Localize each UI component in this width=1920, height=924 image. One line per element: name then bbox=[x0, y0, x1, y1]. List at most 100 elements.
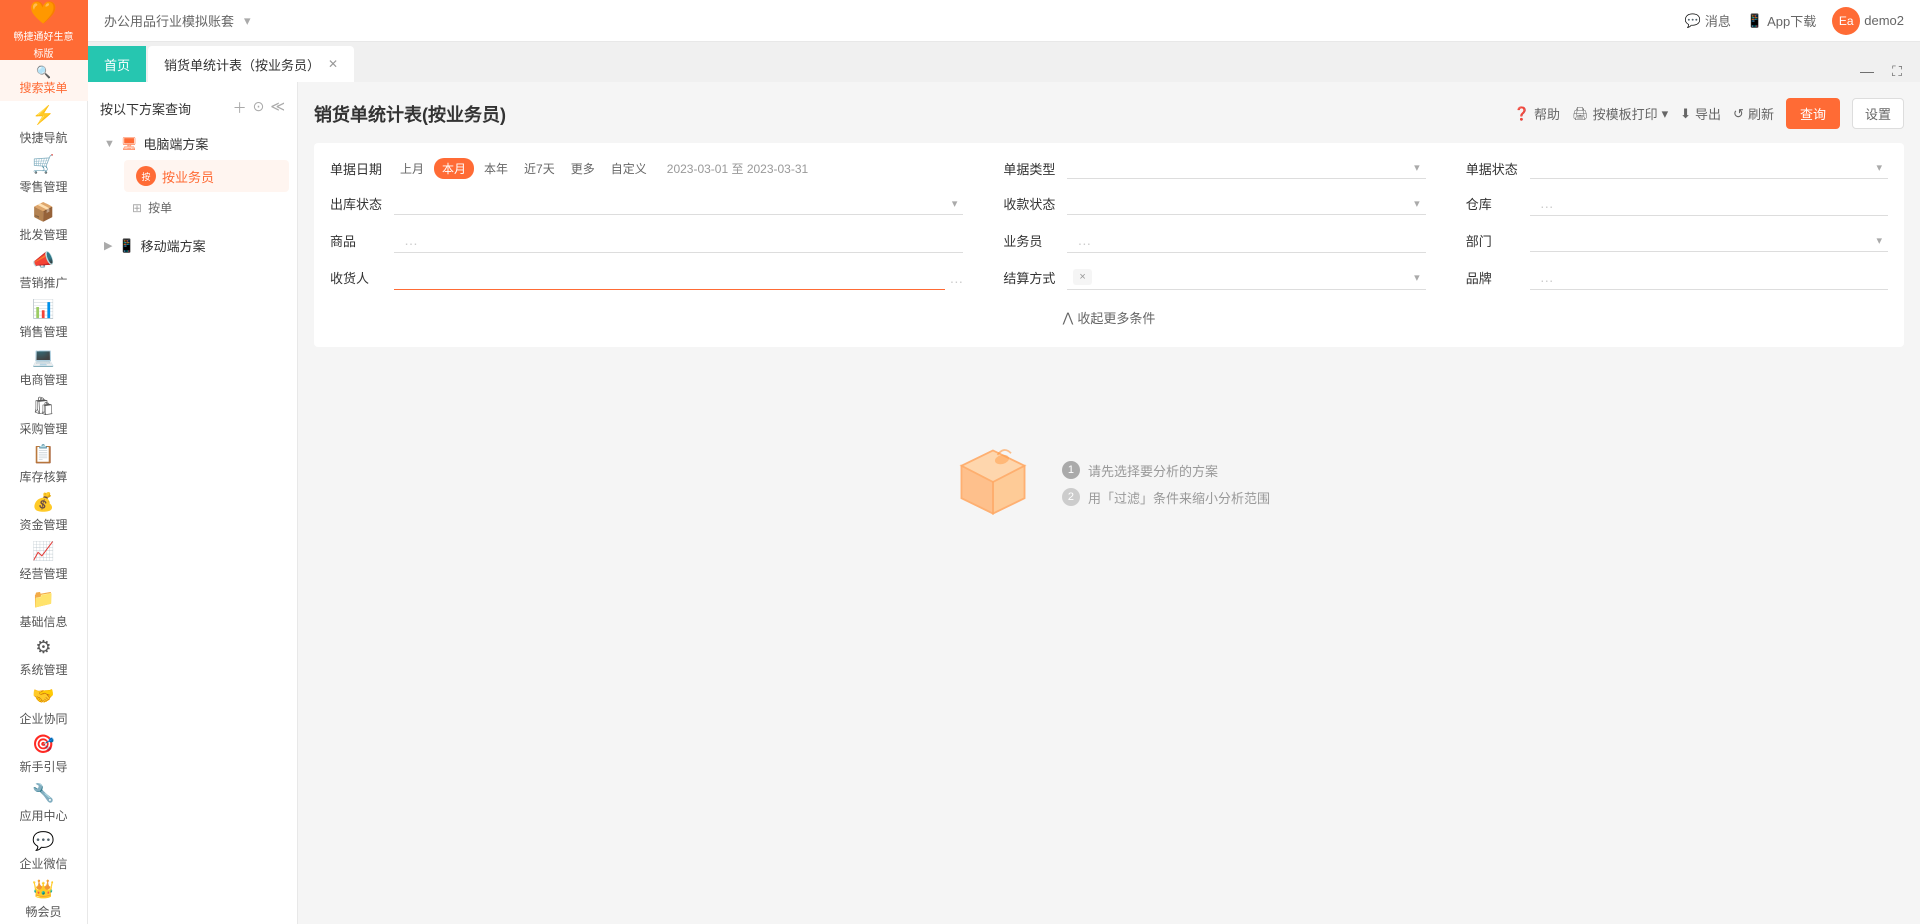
print-btn[interactable]: 🖨 按模板打印 ▾ bbox=[1572, 104, 1668, 123]
warehouse-dots[interactable]: … bbox=[1540, 195, 1554, 211]
tab-home-label: 首页 bbox=[104, 55, 130, 74]
tab-home[interactable]: 首页 bbox=[88, 46, 146, 82]
sidebar-item-guide[interactable]: 🎯 新手引导 bbox=[0, 731, 88, 779]
sidebar-item-retail[interactable]: 🛒 零售管理 bbox=[0, 150, 88, 198]
date-tab-more[interactable]: 更多 bbox=[565, 158, 601, 179]
by-salesperson-label: 按业务员 bbox=[162, 167, 214, 186]
doc-type-arrow-icon: ▾ bbox=[1414, 161, 1420, 174]
warehouse-dropdown[interactable]: … bbox=[1530, 191, 1888, 216]
export-btn[interactable]: ⬇ 导出 bbox=[1680, 104, 1721, 123]
sidebar-item-finance[interactable]: 💰 资金管理 bbox=[0, 489, 88, 537]
sidebar-item-wholesale[interactable]: 📦 批发管理 bbox=[0, 198, 88, 246]
print-label: 按模板打印 bbox=[1593, 104, 1658, 123]
salesperson-dots[interactable]: … bbox=[1077, 232, 1091, 248]
brand-dropdown[interactable]: … bbox=[1530, 265, 1888, 290]
settlement-dropdown[interactable]: × ▾ bbox=[1067, 265, 1425, 290]
username-label: demo2 bbox=[1864, 13, 1904, 28]
refresh-label: 刷新 bbox=[1748, 104, 1774, 123]
sidebar-purchase-label: 采购管理 bbox=[19, 420, 67, 437]
sidebar-item-sales[interactable]: 📊 销售管理 bbox=[0, 295, 88, 343]
department-dropdown[interactable]: ▾ bbox=[1530, 230, 1888, 252]
user-profile-btn[interactable]: Ea demo2 bbox=[1832, 7, 1904, 35]
department-arrow-icon: ▾ bbox=[1876, 234, 1882, 247]
tab-minimize-btn[interactable]: — bbox=[1856, 60, 1878, 82]
date-tab-last-month[interactable]: 上月 bbox=[394, 158, 430, 179]
query-btn[interactable]: 查询 bbox=[1786, 98, 1840, 129]
tab-report[interactable]: 销货单统计表（按业务员） ✕ bbox=[148, 46, 354, 82]
date-tabs-group: 上月 本月 本年 近7天 更多 自定义 2023-03-01 至 2023-03… bbox=[394, 158, 963, 179]
app-download-btn[interactable]: 📱 App下载 bbox=[1747, 11, 1816, 30]
panel-item-by-salesperson[interactable]: 按 按业务员 bbox=[124, 160, 289, 192]
empty-state: 1 请先选择要分析的方案 2 用「过滤」条件来缩小分析范围 bbox=[314, 357, 1904, 610]
panel-collapse-btn[interactable]: ≪ bbox=[270, 98, 285, 118]
message-btn[interactable]: 💬 消息 bbox=[1685, 11, 1731, 30]
panel-item-by-order[interactable]: ⊞ 按单 bbox=[116, 193, 297, 222]
guide-icon: 🎯 bbox=[32, 734, 54, 755]
salesperson-circle-icon: 按 bbox=[136, 166, 156, 186]
tab-close-icon[interactable]: ✕ bbox=[328, 57, 338, 71]
main-area: 办公用品行业模拟账套 ▾ 💬 消息 📱 App下载 Ea demo2 首页 销货… bbox=[88, 0, 1920, 924]
sidebar-sales-label: 销售管理 bbox=[19, 323, 67, 340]
sidebar-item-ecommerce[interactable]: 💻 电商管理 bbox=[0, 343, 88, 391]
quick-nav-icon: ⚡ bbox=[32, 105, 54, 126]
filter-group-consignee: 收货人 … bbox=[330, 266, 963, 290]
sidebar-item-wechat[interactable]: 💬 企业微信 bbox=[0, 827, 88, 875]
sidebar-guide-label: 新手引导 bbox=[19, 758, 67, 775]
sidebar-item-quick-nav[interactable]: ⚡ 快捷导航 bbox=[0, 101, 88, 149]
folder-icon: 🖥 bbox=[121, 136, 138, 152]
sidebar-item-inventory[interactable]: 📋 库存核算 bbox=[0, 440, 88, 488]
filter-group-warehouse: 仓库 … bbox=[1466, 191, 1888, 216]
basic-info-icon: 📁 bbox=[32, 589, 54, 610]
collapse-btn[interactable]: ⋀ 收起更多条件 bbox=[1063, 308, 1156, 327]
industry-dropdown-icon[interactable]: ▾ bbox=[244, 13, 251, 29]
refresh-icon: ↺ bbox=[1733, 106, 1744, 122]
query-label: 查询 bbox=[1800, 104, 1826, 123]
date-tab-custom[interactable]: 自定义 bbox=[605, 158, 653, 179]
doc-type-dropdown[interactable]: ▾ bbox=[1067, 157, 1425, 179]
date-tabs: 上月 本月 本年 近7天 更多 自定义 bbox=[394, 158, 653, 179]
sidebar-item-basic-info[interactable]: 📁 基础信息 bbox=[0, 585, 88, 633]
refresh-btn[interactable]: ↺ 刷新 bbox=[1733, 104, 1774, 123]
consignee-dots[interactable]: … bbox=[949, 270, 963, 286]
doc-status-dropdown[interactable]: ▾ bbox=[1530, 157, 1888, 179]
logo-tag: 标版 bbox=[34, 45, 54, 60]
consignee-input[interactable] bbox=[394, 266, 945, 290]
sidebar-item-app-center[interactable]: 🔧 应用中心 bbox=[0, 779, 88, 827]
panel-section-mobile-header[interactable]: ▶ 📱 移动端方案 bbox=[88, 230, 297, 261]
goods-label: 商品 bbox=[330, 231, 386, 250]
logo-icon: 🧡 bbox=[30, 0, 57, 26]
sidebar-item-search[interactable]: 🔍 搜索菜单 bbox=[0, 60, 88, 101]
sidebar-item-operations[interactable]: 📈 经营管理 bbox=[0, 537, 88, 585]
brand-dots[interactable]: … bbox=[1540, 269, 1554, 285]
payment-status-dropdown[interactable]: ▾ bbox=[1067, 193, 1425, 215]
sidebar-inventory-label: 库存核算 bbox=[19, 468, 67, 485]
date-tab-this-year[interactable]: 本年 bbox=[478, 158, 514, 179]
settlement-tag-close[interactable]: × bbox=[1079, 271, 1085, 283]
help-btn[interactable]: ❓ 帮助 bbox=[1514, 104, 1560, 123]
section-pc-label: 电脑端方案 bbox=[143, 134, 208, 153]
panel-add-btn[interactable]: ＋ bbox=[233, 98, 247, 118]
tab-maximize-btn[interactable]: ⛶ bbox=[1886, 60, 1908, 82]
sidebar-item-marketing[interactable]: 📣 营销推广 bbox=[0, 247, 88, 295]
settings-btn[interactable]: 设置 bbox=[1852, 98, 1904, 129]
date-tab-7days[interactable]: 近7天 bbox=[518, 158, 561, 179]
sidebar-item-enterprise[interactable]: 🤝 企业协同 bbox=[0, 682, 88, 730]
panel-section-pc: ▼ 🖥 电脑端方案 按 按业务员 ⊞ 按单 bbox=[88, 124, 297, 226]
date-tab-this-month[interactable]: 本月 bbox=[434, 158, 474, 179]
sidebar-item-purchase[interactable]: 🛍 采购管理 bbox=[0, 392, 88, 440]
tab-actions: — ⛶ bbox=[1856, 60, 1920, 82]
industry-label: 办公用品行业模拟账套 bbox=[104, 11, 234, 30]
panel-settings-btn[interactable]: ⊙ bbox=[253, 98, 265, 118]
stock-status-label: 出库状态 bbox=[330, 194, 386, 213]
consignee-label: 收货人 bbox=[330, 268, 386, 287]
department-label: 部门 bbox=[1466, 231, 1522, 250]
sidebar-item-member[interactable]: 👑 畅会员 bbox=[0, 876, 88, 924]
sidebar-finance-label: 资金管理 bbox=[19, 516, 67, 533]
stock-status-dropdown[interactable]: ▾ bbox=[394, 193, 963, 215]
empty-step-1: 1 请先选择要分析的方案 bbox=[1062, 461, 1218, 480]
salesperson-dropdown[interactable]: … bbox=[1067, 228, 1425, 253]
sidebar-item-system[interactable]: ⚙ 系统管理 bbox=[0, 634, 88, 682]
goods-dots[interactable]: … bbox=[404, 232, 418, 248]
panel-section-pc-header[interactable]: ▼ 🖥 电脑端方案 bbox=[88, 128, 297, 159]
goods-dropdown[interactable]: … bbox=[394, 228, 963, 253]
